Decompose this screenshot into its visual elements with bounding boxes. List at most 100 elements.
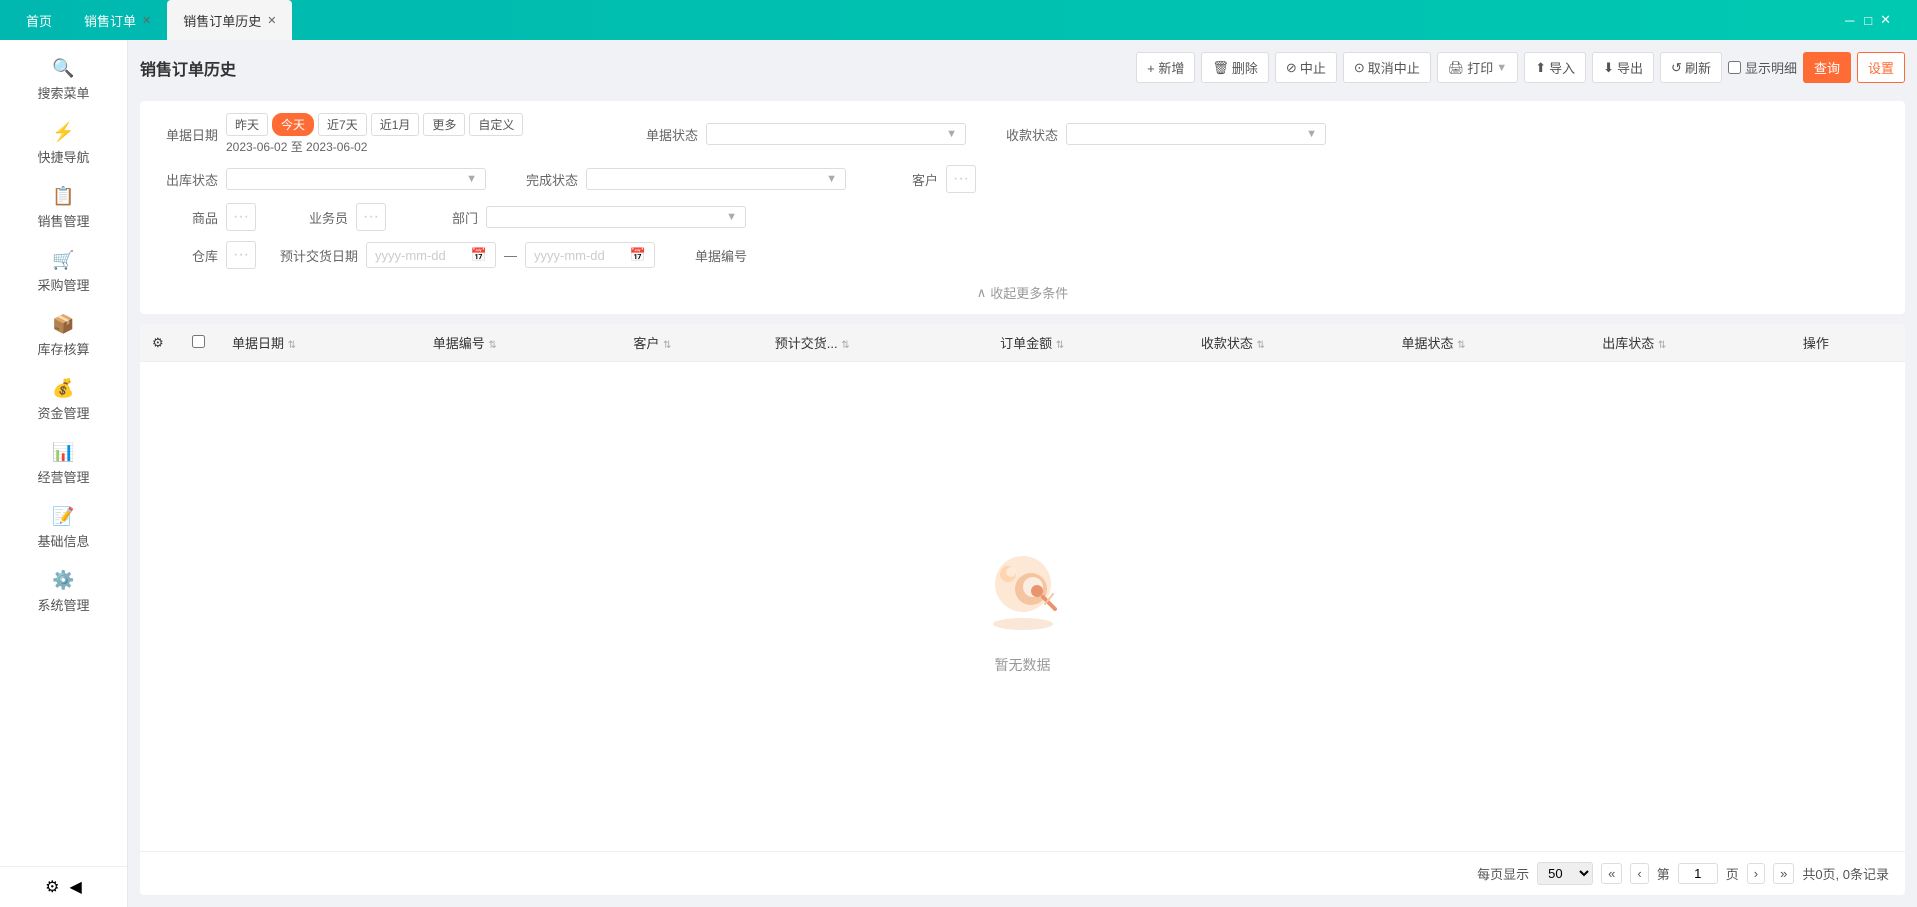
sidebar-item-quick-nav[interactable]: ⚡ 快捷导航 [0,112,127,176]
sidebar-item-system[interactable]: ⚙️ 系统管理 [0,560,127,624]
sidebar-item-operations[interactable]: 📊 经营管理 [0,432,127,496]
outbound-chevron: ▼ [466,173,477,185]
sidebar-item-search-menu[interactable]: 🔍 搜索菜单 [0,48,127,112]
close-btn[interactable]: ✕ [1880,12,1891,28]
th-doc-status[interactable]: 单据状态 ⇅ [1390,324,1591,362]
last-page-btn[interactable]: » [1773,863,1794,884]
print-icon: 🖨 [1448,60,1465,76]
status-label: 单据状态 [626,125,706,144]
stop-btn[interactable]: ⊘ 中止 [1275,52,1337,83]
completion-status-select[interactable]: ▼ [586,168,846,190]
th-receipt-status[interactable]: 收款状态 ⇅ [1189,324,1390,362]
sort-expected-icon: ⇅ [841,340,849,351]
refresh-btn[interactable]: ↺ 刷新 [1660,52,1722,83]
tab-sales-order-history-close[interactable]: ✕ [267,14,276,27]
dept-chevron: ▼ [726,211,737,223]
show-detail-checkbox[interactable] [1728,61,1741,74]
show-detail-label[interactable]: 显示明细 [1728,58,1797,77]
sidebar-item-basic-info[interactable]: 📝 基础信息 [0,496,127,560]
receipt-status-select[interactable]: ▼ [1066,123,1326,145]
tab-sales-order[interactable]: 销售订单 ✕ [68,0,167,40]
query-btn[interactable]: 查询 [1803,52,1851,83]
operations-icon: 📊 [52,442,74,463]
next-page-btn[interactable]: › [1747,863,1765,884]
customer-select[interactable]: ··· [946,165,976,193]
minimize-btn[interactable]: － [1843,11,1856,30]
sidebar-settings-icon[interactable]: ⚙ [45,877,59,897]
collapse-row[interactable]: ∧ 收起更多条件 [156,279,1889,302]
th-customer[interactable]: 客户 ⇅ [621,324,762,362]
dept-label: 部门 [406,208,486,227]
new-btn[interactable]: + 新增 [1136,52,1195,83]
refresh-icon: ↺ [1671,60,1682,76]
sidebar-item-finance[interactable]: 💰 资金管理 [0,368,127,432]
warehouse-select[interactable]: ··· [226,241,256,269]
sort-doc-status-icon: ⇅ [1457,340,1465,351]
filter-panel: 单据日期 昨天 今天 近7天 近1月 更多 自定义 2023-06-02 至 2… [140,101,1905,314]
sidebar-item-sales-mgmt[interactable]: 📋 销售管理 [0,176,127,240]
filter-row-4: 仓库 ··· 预计交货日期 yyyy-mm-dd 📅 — yyyy-mm-dd … [156,241,1889,269]
date-btn-yesterday[interactable]: 昨天 [226,113,268,136]
page-input[interactable] [1678,863,1718,884]
date-btn-7days[interactable]: 近7天 [318,113,367,136]
expected-date-label: 预计交货日期 [276,246,366,265]
tab-sales-order-history[interactable]: 销售订单历史 ✕ [167,0,292,40]
calendar-to-icon: 📅 [630,247,646,263]
page-size-select[interactable]: 50 10 20 100 [1537,862,1593,885]
date-range-text: 2023-06-02 至 2023-06-02 [226,138,626,155]
date-btn-1month[interactable]: 近1月 [371,113,420,136]
date-btn-custom[interactable]: 自定义 [469,113,523,136]
sort-customer-icon: ⇅ [663,340,671,351]
table-header-row: ⚙ 单据日期 ⇅ 单据编号 ⇅ [140,324,1905,362]
import-btn[interactable]: ⬆ 导入 [1524,52,1586,83]
settings-btn[interactable]: 设置 [1857,52,1905,83]
date-btn-more[interactable]: 更多 [423,113,465,136]
select-all-checkbox[interactable] [192,335,205,348]
search-menu-icon: 🔍 [52,58,74,79]
print-btn[interactable]: 🖨 打印 ▼ [1437,52,1518,83]
th-checkbox[interactable] [180,324,220,362]
export-btn[interactable]: ⬇ 导出 [1592,52,1654,83]
outbound-status-select[interactable]: ▼ [226,168,486,190]
expected-date-from[interactable]: yyyy-mm-dd 📅 [366,242,496,268]
th-date[interactable]: 单据日期 ⇅ [220,324,421,362]
delete-btn[interactable]: 🗑 删除 [1201,52,1269,83]
purchase-mgmt-icon: 🛒 [52,250,74,271]
top-bar: 首页 销售订单 ✕ 销售订单历史 ✕ － □ ✕ [0,0,1917,40]
tab-sales-order-close[interactable]: ✕ [142,14,151,27]
sidebar-collapse-icon[interactable]: ◀ [70,877,82,897]
main-layout: 🔍 搜索菜单 ⚡ 快捷导航 📋 销售管理 🛒 采购管理 📦 库存核算 💰 资金管… [0,40,1917,907]
collapse-label: 收起更多条件 [990,283,1068,302]
delete-icon: 🗑 [1212,60,1229,76]
th-settings[interactable]: ⚙ [140,324,180,362]
th-doc-no[interactable]: 单据编号 ⇅ [421,324,622,362]
goods-label: 商品 [156,208,226,227]
sidebar: 🔍 搜索菜单 ⚡ 快捷导航 📋 销售管理 🛒 采购管理 📦 库存核算 💰 资金管… [0,40,128,907]
goods-select[interactable]: ··· [226,203,256,231]
empty-state: 暂无数据 [140,362,1905,851]
cancel-stop-btn[interactable]: ⊙ 取消中止 [1343,52,1431,83]
expected-date-to[interactable]: yyyy-mm-dd 📅 [525,242,655,268]
doc-status-select[interactable]: ▼ [706,123,966,145]
maximize-btn[interactable]: □ [1864,13,1872,28]
sidebar-item-inventory[interactable]: 📦 库存核算 [0,304,127,368]
dept-select[interactable]: ▼ [486,206,746,228]
tab-home[interactable]: 首页 [10,0,68,40]
th-outbound-status[interactable]: 出库状态 ⇅ [1590,324,1791,362]
sidebar-item-purchase-mgmt[interactable]: 🛒 采购管理 [0,240,127,304]
date-label: 单据日期 [156,125,226,144]
prev-page-btn[interactable]: ‹ [1630,863,1648,884]
inventory-icon: 📦 [52,314,74,335]
page-unit: 页 [1726,864,1739,883]
sort-docno-icon: ⇅ [488,340,496,351]
stop-icon: ⊘ [1286,60,1297,76]
settings-icon: ⚙ [152,335,164,350]
receipt-status-label: 收款状态 [986,125,1066,144]
th-amount[interactable]: 订单金额 ⇅ [988,324,1189,362]
first-page-btn[interactable]: « [1601,863,1622,884]
th-expected-date[interactable]: 预计交货... ⇅ [763,324,988,362]
date-btn-today[interactable]: 今天 [272,113,314,136]
salesperson-select[interactable]: ··· [356,203,386,231]
export-icon: ⬇ [1603,60,1614,76]
finance-icon: 💰 [52,378,74,399]
